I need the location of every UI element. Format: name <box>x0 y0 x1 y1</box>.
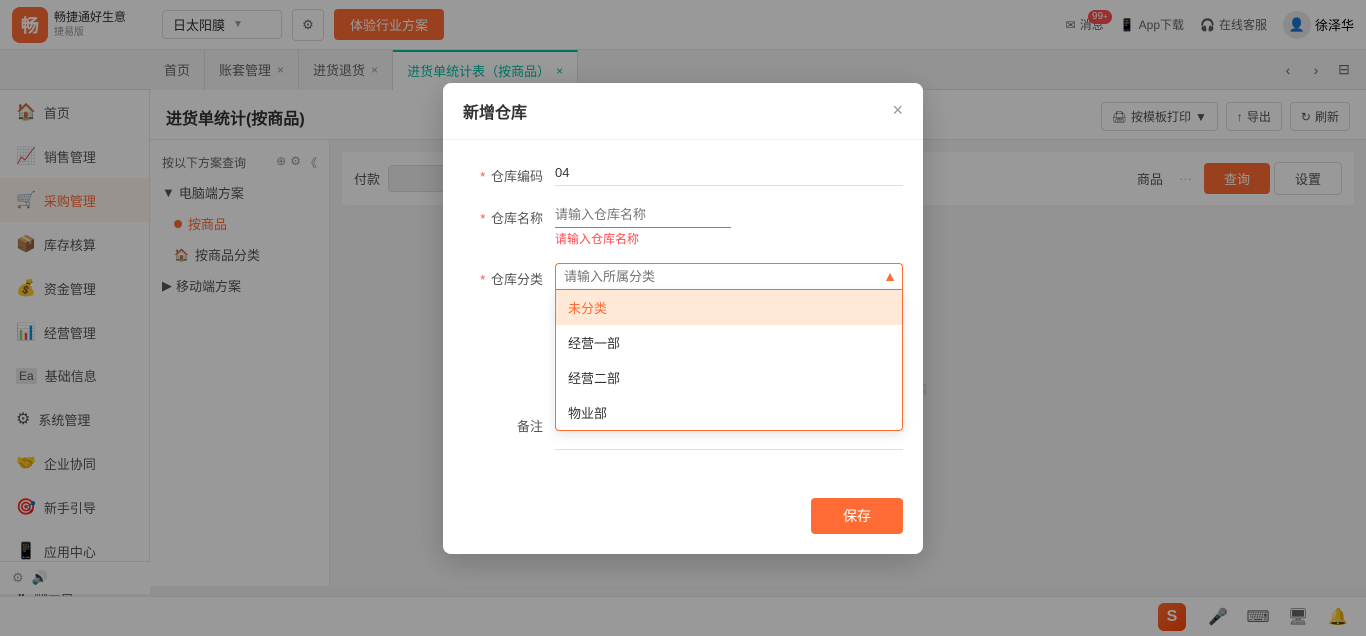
name-required-star: * <box>480 211 485 226</box>
name-label-text: 仓库名称 <box>491 211 543 226</box>
new-warehouse-modal: 新增仓库 × * 仓库编码 * 仓库名称 请输入仓库名称 <box>443 83 923 554</box>
remark-label: 备注 <box>463 410 543 435</box>
modal-body: * 仓库编码 * 仓库名称 请输入仓库名称 * <box>443 140 923 486</box>
modal-title: 新增仓库 <box>463 99 527 123</box>
category-arrow-icon[interactable]: ▲ <box>883 268 897 284</box>
modal-close-button[interactable]: × <box>892 100 903 121</box>
code-label: * 仓库编码 <box>463 160 543 185</box>
form-row-code: * 仓库编码 <box>463 160 903 186</box>
name-error-msg: 请输入仓库名称 <box>555 230 903 247</box>
category-dropdown: 未分类 经营一部 经营二部 物业部 <box>555 290 903 431</box>
dropdown-item-uncategorized[interactable]: 未分类 <box>556 290 902 325</box>
cat-label-text: 仓库分类 <box>491 272 543 287</box>
dropdown-item-property[interactable]: 物业部 <box>556 395 902 430</box>
name-input[interactable] <box>555 202 731 228</box>
name-label: * 仓库名称 <box>463 202 543 227</box>
modal-header: 新增仓库 × <box>443 83 923 140</box>
category-input[interactable] <box>555 263 903 290</box>
required-star: * <box>480 169 485 184</box>
category-select-wrap: ▲ 未分类 经营一部 经营二部 物业部 <box>555 263 903 290</box>
modal-overlay: 新增仓库 × * 仓库编码 * 仓库名称 请输入仓库名称 <box>0 0 1366 636</box>
dropdown-item-dept1[interactable]: 经营一部 <box>556 325 902 360</box>
cat-required-star: * <box>480 272 485 287</box>
save-button[interactable]: 保存 <box>811 498 903 534</box>
category-label: * 仓库分类 <box>463 263 543 288</box>
code-label-text: 仓库编码 <box>491 169 543 184</box>
modal-footer: 保存 <box>443 486 923 554</box>
form-row-category: * 仓库分类 ▲ 未分类 经营一部 经营二部 物业部 <box>463 263 903 290</box>
dropdown-item-dept2[interactable]: 经营二部 <box>556 360 902 395</box>
code-input[interactable] <box>555 160 903 186</box>
remark-label-text: 备注 <box>517 419 543 434</box>
form-row-name: * 仓库名称 请输入仓库名称 <box>463 202 903 247</box>
